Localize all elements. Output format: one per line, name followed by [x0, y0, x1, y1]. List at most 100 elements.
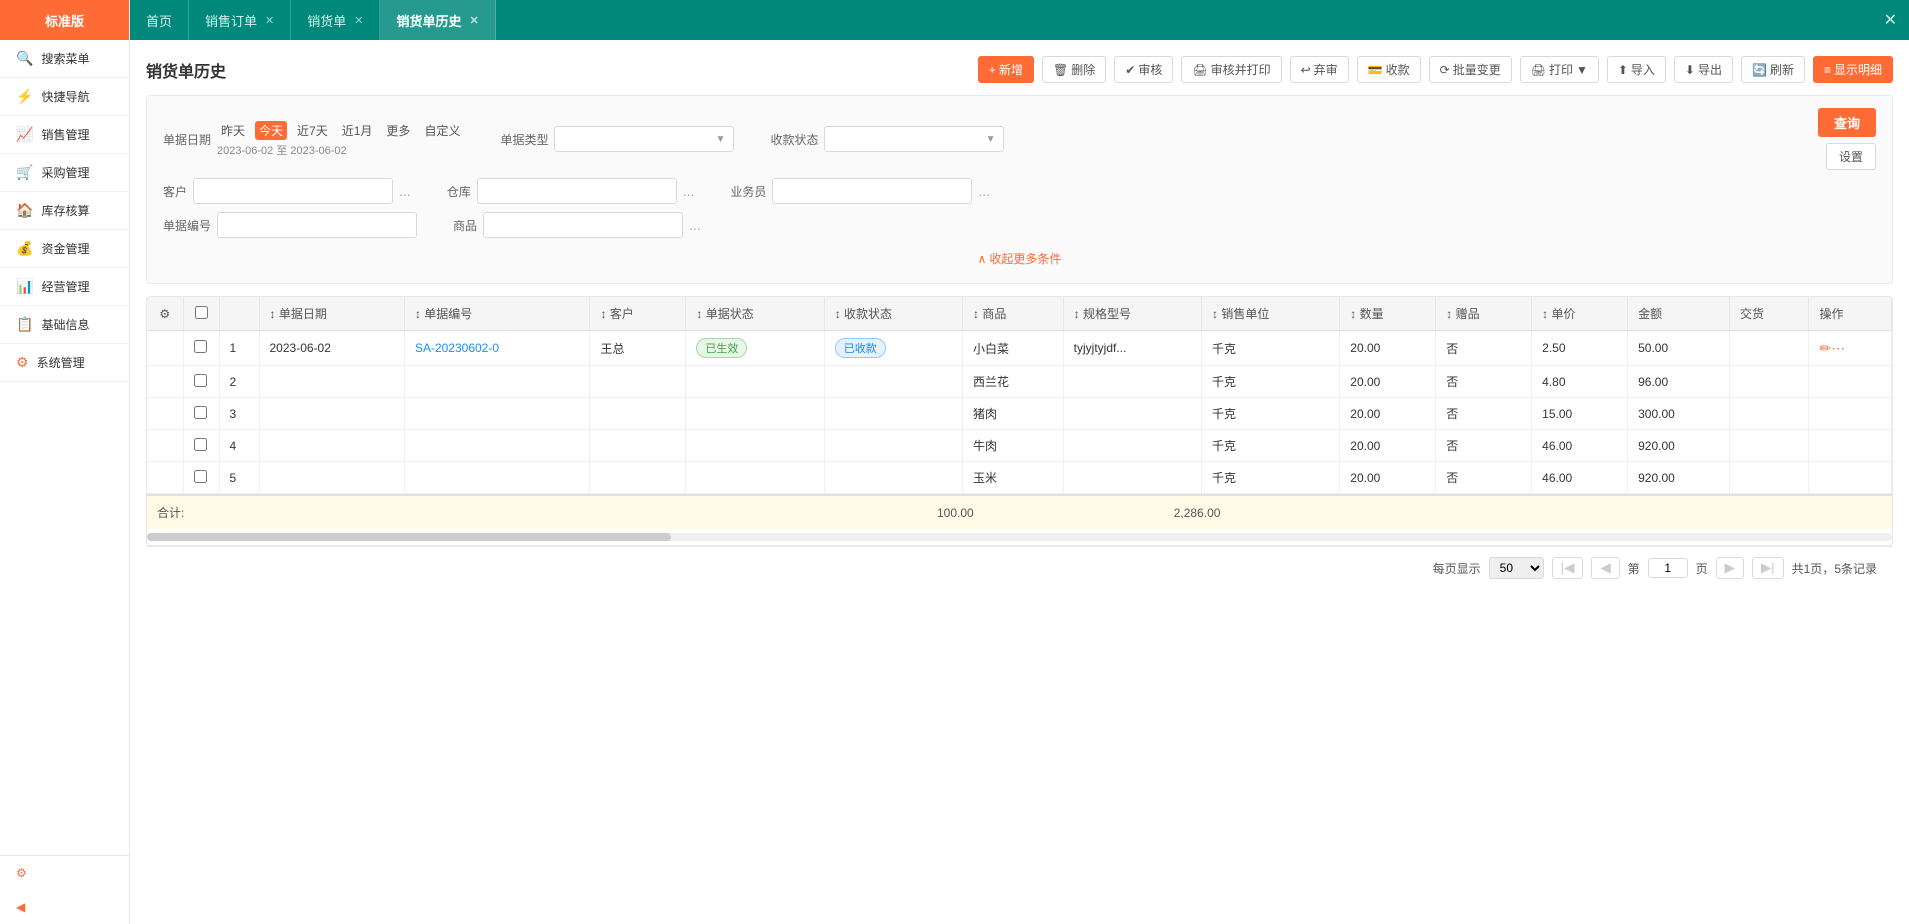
collect-button[interactable]: 💳 收款 [1357, 56, 1421, 83]
date-tab-1month[interactable]: 近1月 [338, 121, 377, 140]
col-date[interactable]: ↕ 单据日期 [259, 297, 404, 331]
nav-tab-home[interactable]: 首页 [130, 0, 189, 40]
col-spec[interactable]: ↕ 规格型号 [1063, 297, 1201, 331]
cell-spec [1063, 462, 1201, 494]
col-docno[interactable]: ↕ 单据编号 [404, 297, 590, 331]
goods-dots[interactable]: ... [689, 217, 701, 233]
salesperson-input[interactable] [772, 178, 972, 204]
page-suffix: 页 [1696, 560, 1708, 577]
nav-tab-sales-goods[interactable]: 销货单 ✕ [291, 0, 380, 40]
total-qty: 100.00 [937, 506, 974, 520]
docno-input[interactable] [217, 212, 417, 238]
sidebar-item-inventory[interactable]: 🏠 库存核算 [0, 192, 129, 230]
col-gift[interactable]: ↕ 赠品 [1436, 297, 1532, 331]
row-checkbox[interactable] [194, 438, 207, 451]
sidebar-collapse-btn[interactable]: ◀ [0, 890, 129, 924]
next-page-btn[interactable]: ▶ [1716, 557, 1744, 579]
warehouse-input[interactable] [477, 178, 677, 204]
cell-date: 2023-06-02 [259, 331, 404, 366]
sidebar-item-search[interactable]: 🔍 搜索菜单 [0, 40, 129, 78]
query-button[interactable]: 查询 [1818, 108, 1876, 137]
page-input[interactable] [1648, 558, 1688, 578]
col-docstatus[interactable]: ↕ 单据状态 [686, 297, 824, 331]
sidebar-settings-btn[interactable]: ⚙ [0, 856, 129, 890]
import-button[interactable]: ⬆ 导入 [1607, 56, 1666, 83]
audit-button[interactable]: ✔ 审核 [1114, 56, 1173, 83]
sidebar-item-quicknav[interactable]: ⚡ 快捷导航 [0, 78, 129, 116]
col-paystatus[interactable]: ↕ 收款状态 [824, 297, 962, 331]
nav-tab-sales-order[interactable]: 销售订单 ✕ [189, 0, 291, 40]
col-settings[interactable]: ⚙ [147, 297, 183, 331]
collapse-button[interactable]: ∧ 收起更多条件 [978, 250, 1062, 267]
nav-tab-sales-history[interactable]: 销货单历史 ✕ [380, 0, 495, 40]
print-button[interactable]: 🖨 打印 ▼ [1520, 56, 1599, 83]
row-checkbox[interactable] [194, 340, 207, 353]
close-sales-order-icon[interactable]: ✕ [265, 14, 274, 27]
col-qty[interactable]: ↕ 数量 [1340, 297, 1436, 331]
row-checkbox[interactable] [194, 470, 207, 483]
close-sales-goods-icon[interactable]: ✕ [354, 14, 363, 27]
sidebar-item-purchase[interactable]: 🛒 采购管理 [0, 154, 129, 192]
goods-input[interactable] [483, 212, 683, 238]
date-tab-yesterday[interactable]: 昨天 [217, 121, 249, 140]
sidebar-item-finance[interactable]: 💰 资金管理 [0, 230, 129, 268]
row-checkbox[interactable] [194, 374, 207, 387]
cell-checkbox[interactable] [183, 366, 219, 398]
first-page-btn[interactable]: |◀ [1552, 557, 1584, 579]
table-row: 5玉米千克20.00否46.00920.00 [147, 462, 1892, 494]
scrollbar-thumb [147, 533, 671, 541]
export-icon: ⬇ [1685, 63, 1695, 77]
date-tab-today[interactable]: 今天 [255, 121, 287, 140]
edit-icon[interactable]: ✏ [1819, 340, 1831, 356]
date-tab-custom[interactable]: 自定义 [420, 121, 464, 140]
sidebar-item-system[interactable]: ⚙ 系统管理 [0, 344, 129, 382]
select-all-checkbox[interactable] [195, 306, 208, 319]
audit-print-button[interactable]: 🖨 审核并打印 [1181, 56, 1281, 83]
delete-button[interactable]: 🗑 删除 [1042, 56, 1106, 83]
new-button[interactable]: + 新增 [978, 56, 1034, 83]
col-unit[interactable]: ↕ 销售单位 [1201, 297, 1339, 331]
cell-paystatus [824, 430, 962, 462]
sidebar-item-basic[interactable]: 📋 基础信息 [0, 306, 129, 344]
per-page-label: 每页显示 [1433, 560, 1481, 577]
refresh-button[interactable]: 🔄 刷新 [1741, 56, 1805, 83]
row-checkbox[interactable] [194, 406, 207, 419]
customer-input[interactable] [193, 178, 393, 204]
customer-dots[interactable]: ... [399, 183, 411, 199]
cell-checkbox[interactable] [183, 462, 219, 494]
batch-change-button[interactable]: ⟳ 批量变更 [1429, 56, 1512, 83]
last-page-btn[interactable]: ▶| [1752, 557, 1784, 579]
col-customer[interactable]: ↕ 客户 [590, 297, 686, 331]
type-select[interactable]: ▼ [554, 126, 734, 152]
date-tab-more[interactable]: 更多 [382, 121, 414, 140]
collapse-icon: ◀ [16, 900, 25, 914]
col-amount[interactable]: 金额 [1628, 297, 1730, 331]
per-page-select[interactable]: 50 100 200 [1489, 557, 1544, 579]
sidebar-item-operations[interactable]: 📊 经营管理 [0, 268, 129, 306]
col-unitprice[interactable]: ↕ 单价 [1532, 297, 1628, 331]
warehouse-dots[interactable]: ... [683, 183, 695, 199]
data-table: ⚙ ↕ 单据日期 ↕ 单据编号 ↕ 客户 ↕ 单据状态 ↕ 收款状态 ↕ 商品 … [147, 297, 1892, 494]
doc-status-badge: 已生效 [696, 338, 747, 358]
prev-page-btn[interactable]: ◀ [1591, 557, 1619, 579]
date-tab-7days[interactable]: 近7天 [293, 121, 332, 140]
doc-no-link[interactable]: SA-20230602-0 [415, 341, 499, 355]
cell-goods: 牛肉 [963, 430, 1064, 462]
cell-checkbox[interactable] [183, 398, 219, 430]
close-all-btn[interactable]: ✕ [1884, 10, 1897, 30]
cell-checkbox[interactable] [183, 430, 219, 462]
salesperson-dots[interactable]: ... [978, 183, 990, 199]
filter-settings-button[interactable]: 设置 [1826, 143, 1876, 170]
cell-checkbox[interactable] [183, 331, 219, 366]
more-action-icon[interactable]: ⋯ [1831, 340, 1845, 356]
horizontal-scrollbar[interactable] [147, 533, 1892, 541]
abandon-button[interactable]: ↩ 弃审 [1290, 56, 1349, 83]
abandon-icon: ↩ [1301, 63, 1311, 77]
export-button[interactable]: ⬇ 导出 [1674, 56, 1733, 83]
sidebar-item-sales[interactable]: 📈 销售管理 [0, 116, 129, 154]
close-history-icon[interactable]: ✕ [470, 14, 479, 27]
col-goods[interactable]: ↕ 商品 [963, 297, 1064, 331]
payment-select[interactable]: ▼ [824, 126, 1004, 152]
col-checkbox[interactable] [183, 297, 219, 331]
show-detail-button[interactable]: ≡ 显示明细 [1813, 56, 1893, 83]
